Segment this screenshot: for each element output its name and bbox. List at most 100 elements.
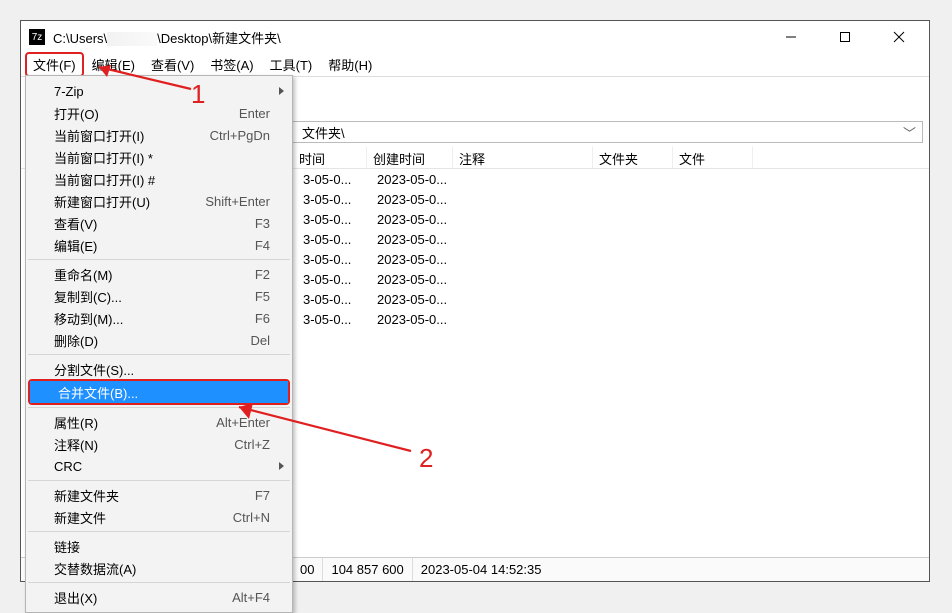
column-header[interactable]: 时间: [293, 147, 367, 168]
menu-item-编辑(E)[interactable]: 编辑(E)F4: [26, 234, 292, 256]
cell-ctime: 2023-05-0...: [371, 312, 457, 327]
menu-帮助(H)[interactable]: 帮助(H): [320, 52, 380, 77]
file-menu-dropdown: 7-Zip打开(O)Enter当前窗口打开(I)Ctrl+PgDn当前窗口打开(…: [25, 75, 293, 613]
menu-item-shortcut: Del: [250, 333, 270, 348]
table-row[interactable]: 3-05-0...2023-05-0...: [293, 289, 929, 309]
menu-item-交替数据流(A)[interactable]: 交替数据流(A): [26, 557, 292, 579]
chevron-down-icon[interactable]: ﹀: [903, 123, 916, 142]
menu-查看(V)[interactable]: 查看(V): [143, 52, 202, 77]
table-row[interactable]: 3-05-0...2023-05-0...: [293, 229, 929, 249]
minimize-icon: [785, 31, 797, 43]
menu-item-链接[interactable]: 链接: [26, 535, 292, 557]
menu-item-label: 移动到(M)...: [54, 309, 123, 328]
menu-item-label: 打开(O): [54, 104, 99, 123]
menu-item-退出(X)[interactable]: 退出(X) Alt+F4: [26, 586, 292, 608]
table-row[interactable]: 3-05-0...2023-05-0...: [293, 309, 929, 329]
menu-item-label: 当前窗口打开(I) #: [54, 170, 155, 189]
cell-mtime: 3-05-0...: [297, 272, 371, 287]
menu-item-复制到(C)...[interactable]: 复制到(C)... F5: [26, 285, 292, 307]
menu-item-打开(O)[interactable]: 打开(O) Enter: [26, 102, 292, 124]
cell-ctime: 2023-05-0...: [371, 252, 457, 267]
table-row[interactable]: 3-05-0...2023-05-0...: [293, 269, 929, 289]
table-row[interactable]: 3-05-0...2023-05-0...: [293, 169, 929, 189]
menu-item-label: 新建文件: [54, 508, 106, 527]
minimize-button[interactable]: [773, 23, 809, 51]
cell-ctime: 2023-05-0...: [371, 192, 457, 207]
menu-item-label: 分割文件(S)...: [54, 360, 134, 379]
close-button[interactable]: [881, 23, 917, 51]
menu-书签(A)[interactable]: 书签(A): [202, 52, 261, 77]
status-seg-3: 2023-05-04 14:52:35: [413, 558, 550, 581]
menu-item-shortcut: Alt+Enter: [216, 415, 270, 430]
menu-item-删除(D)[interactable]: 删除(D)Del: [26, 329, 292, 351]
menu-item-label: 交替数据流(A): [54, 559, 136, 578]
menu-item-新建文件夹[interactable]: 新建文件夹 F7: [26, 484, 292, 506]
column-header[interactable]: 文件: [673, 147, 753, 168]
menu-item-CRC[interactable]: CRC: [26, 455, 292, 477]
table-row[interactable]: 3-05-0...2023-05-0...: [293, 189, 929, 209]
menu-item-shortcut: F4: [255, 238, 270, 253]
close-icon: [893, 31, 905, 43]
menu-item-label: 当前窗口打开(I): [54, 126, 144, 145]
cell-ctime: 2023-05-0...: [371, 172, 457, 187]
highlighted-menu-item: 合并文件(B)...: [28, 379, 290, 405]
cell-mtime: 3-05-0...: [297, 292, 371, 307]
menu-item-shortcut: Alt+F4: [232, 590, 270, 605]
menu-separator: [28, 582, 290, 583]
cell-mtime: 3-05-0...: [297, 232, 371, 247]
menu-文件(F)[interactable]: 文件(F): [25, 52, 84, 77]
cell-mtime: 3-05-0...: [297, 172, 371, 187]
title-redacted: [107, 32, 157, 46]
menu-item-新建文件[interactable]: 新建文件 Ctrl+N: [26, 506, 292, 528]
table-row[interactable]: 3-05-0...2023-05-0...: [293, 249, 929, 269]
menu-编辑(E)[interactable]: 编辑(E): [84, 52, 143, 77]
window-controls: [773, 23, 917, 51]
menu-item-shortcut: Ctrl+N: [233, 510, 270, 525]
menu-item-label: 合并文件(B)...: [58, 383, 138, 402]
column-header[interactable]: 文件夹: [593, 147, 673, 168]
menu-item-当前窗口打开(I) #[interactable]: 当前窗口打开(I) #: [26, 168, 292, 190]
menu-item-shortcut: Ctrl+PgDn: [210, 128, 270, 143]
menu-item-label: 新建窗口打开(U): [54, 192, 150, 211]
addressbar-text: 文件夹\: [302, 123, 345, 142]
menu-item-shortcut: Ctrl+Z: [234, 437, 270, 452]
menu-item-合并文件(B)...[interactable]: 合并文件(B)...: [30, 381, 288, 403]
menu-工具(T)[interactable]: 工具(T): [262, 52, 321, 77]
menu-item-shortcut: Enter: [239, 106, 270, 121]
status-seg-2: 104 857 600: [323, 558, 412, 581]
app-window: 7z C:\Users\\Desktop\新建文件夹\ 文件(F)编辑(E)查看…: [20, 20, 930, 582]
table-row[interactable]: 3-05-0...2023-05-0...: [293, 209, 929, 229]
menu-item-label: 退出(X): [54, 588, 97, 607]
window-title: C:\Users\\Desktop\新建文件夹\: [53, 28, 773, 47]
menu-item-shortcut: F2: [255, 267, 270, 282]
menu-separator: [28, 480, 290, 481]
menu-item-shortcut: F6: [255, 311, 270, 326]
menu-item-shortcut: Shift+Enter: [205, 194, 270, 209]
menu-item-label: 链接: [54, 537, 80, 556]
menu-item-shortcut: F7: [255, 488, 270, 503]
menu-item-移动到(M)...[interactable]: 移动到(M)... F6: [26, 307, 292, 329]
menu-item-查看(V)[interactable]: 查看(V)F3: [26, 212, 292, 234]
menu-item-重命名(M)[interactable]: 重命名(M)F2: [26, 263, 292, 285]
menu-separator: [28, 259, 290, 260]
menu-item-label: 新建文件夹: [54, 486, 119, 505]
menu-item-7-Zip[interactable]: 7-Zip: [26, 80, 292, 102]
menu-item-label: 查看(V): [54, 214, 97, 233]
column-header[interactable]: 注释: [453, 147, 593, 168]
menu-item-分割文件(S)...[interactable]: 分割文件(S)...: [26, 358, 292, 380]
menu-item-shortcut: F5: [255, 289, 270, 304]
cell-mtime: 3-05-0...: [297, 252, 371, 267]
menu-item-新建窗口打开(U)[interactable]: 新建窗口打开(U) Shift+Enter: [26, 190, 292, 212]
menubar: 文件(F)编辑(E)查看(V)书签(A)工具(T)帮助(H): [21, 53, 929, 77]
menu-item-属性(R)[interactable]: 属性(R)Alt+Enter: [26, 411, 292, 433]
menu-item-当前窗口打开(I) *[interactable]: 当前窗口打开(I) *: [26, 146, 292, 168]
column-header[interactable]: 创建时间: [367, 147, 453, 168]
cell-ctime: 2023-05-0...: [371, 272, 457, 287]
menu-item-当前窗口打开(I)[interactable]: 当前窗口打开(I) Ctrl+PgDn: [26, 124, 292, 146]
menu-item-label: 复制到(C)...: [54, 287, 122, 306]
menu-item-注释(N)[interactable]: 注释(N)Ctrl+Z: [26, 433, 292, 455]
cell-ctime: 2023-05-0...: [371, 232, 457, 247]
maximize-button[interactable]: [827, 23, 863, 51]
cell-mtime: 3-05-0...: [297, 212, 371, 227]
cell-ctime: 2023-05-0...: [371, 212, 457, 227]
